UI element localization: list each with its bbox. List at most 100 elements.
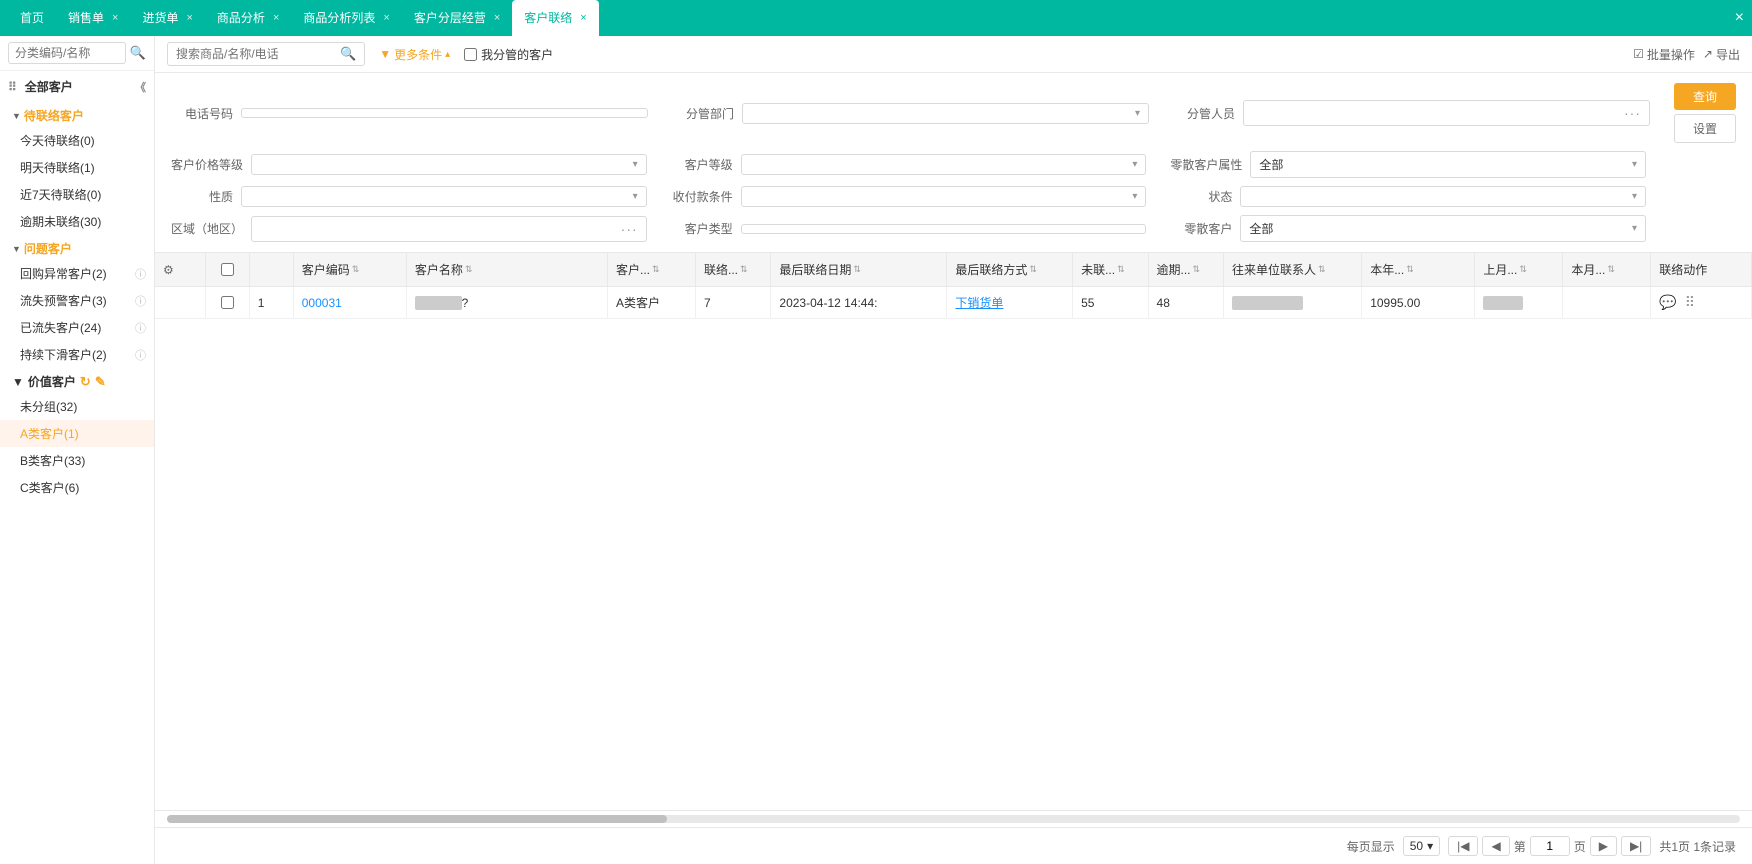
phone-input[interactable] <box>241 108 648 118</box>
th-this-year[interactable]: 本年...⇅ <box>1362 253 1475 287</box>
sort-icon-last-month: ⇅ <box>1519 264 1527 275</box>
price-level-select[interactable]: ▾ <box>251 154 647 175</box>
close-segment-tab[interactable]: × <box>494 0 500 36</box>
td-checkbox <box>205 287 249 319</box>
payment-select[interactable]: ▾ <box>741 186 1147 207</box>
close-purchase-tab[interactable]: × <box>186 0 192 36</box>
status-select[interactable]: ▾ <box>1240 186 1646 207</box>
pending-contact-title[interactable]: ▼ 待联络客户 <box>0 102 154 127</box>
prev-page-button[interactable]: ◀ <box>1482 836 1509 856</box>
nature-select[interactable]: ▾ <box>241 186 647 207</box>
scrollbar-thumb[interactable] <box>167 815 667 823</box>
sidebar-item-overdue[interactable]: 逾期未联络(30) <box>0 208 154 235</box>
filter-row-1: 电话号码 分管部门 ▾ 分管人员 <box>171 83 1736 143</box>
th-last-month[interactable]: 上月...⇅ <box>1475 253 1563 287</box>
th-contact-action: 联络动作 <box>1651 253 1752 287</box>
sidebar-search-area: 🔍 <box>0 36 154 71</box>
gear-settings-icon[interactable]: ⚙ <box>163 263 174 277</box>
close-all-button[interactable]: × <box>1735 9 1744 27</box>
sidebar-item-churn-warning[interactable]: 流失预警客户(3) ⓘ <box>0 287 154 314</box>
sidebar-item-class-c[interactable]: C类客户(6) <box>0 474 154 501</box>
department-select[interactable]: ▾ <box>742 103 1149 124</box>
nav-tab-customer-segment[interactable]: 客户分层经营 × <box>402 0 512 36</box>
sidebar-item-7days[interactable]: 近7天待联络(0) <box>0 181 154 208</box>
td-last-contact-date: 2023-04-12 14:44: <box>771 287 947 319</box>
nav-tab-analysis-list[interactable]: 商品分析列表 × <box>291 0 401 36</box>
sidebar-item-class-b[interactable]: B类客户(33) <box>0 447 154 474</box>
close-contact-tab[interactable]: × <box>580 0 586 36</box>
more-filters-button[interactable]: ▼ 更多条件 ▴ <box>373 43 456 66</box>
filter-retail-attr: 零散客户属性 全部 ▾ <box>1170 151 1646 178</box>
next-page-button[interactable]: ▶ <box>1590 836 1617 856</box>
message-icon[interactable]: 💬 <box>1659 294 1676 311</box>
customer-type-select[interactable] <box>741 224 1147 234</box>
th-no-contact[interactable]: 未联...⇅ <box>1073 253 1148 287</box>
row-checkbox[interactable] <box>221 296 234 309</box>
first-page-button[interactable]: |◀ <box>1448 836 1478 856</box>
page-info: 第 页 <box>1514 836 1586 856</box>
query-button[interactable]: 查询 <box>1674 83 1736 110</box>
info-icon-1: ⓘ <box>135 293 146 309</box>
filter-retail-customer: 零散客户 全部 ▾ <box>1170 215 1646 242</box>
filter-icon: ▼ <box>379 47 391 61</box>
sidebar-item-repurchase-abnormal[interactable]: 回购异常客户(2) ⓘ <box>0 260 154 287</box>
sidebar-item-tomorrow[interactable]: 明天待联络(1) <box>0 154 154 181</box>
export-button[interactable]: ↗ 导出 <box>1703 46 1740 63</box>
th-last-contact-date[interactable]: 最后联络日期⇅ <box>771 253 947 287</box>
page-number-input[interactable] <box>1530 836 1570 856</box>
nav-tab-purchase[interactable]: 进货单 × <box>130 0 204 36</box>
batch-operation-button[interactable]: ☑ 批量操作 <box>1633 46 1695 63</box>
my-customers-checkbox[interactable] <box>464 48 477 61</box>
nav-tab-analysis[interactable]: 商品分析 × <box>205 0 291 36</box>
td-customer-code[interactable]: 000031 <box>293 287 406 319</box>
th-contact-count[interactable]: 联络...⇅ <box>695 253 770 287</box>
problem-customers-title[interactable]: ▼ 问题客户 <box>0 235 154 260</box>
close-sales-tab[interactable]: × <box>112 0 118 36</box>
th-last-contact-method[interactable]: 最后联络方式⇅ <box>947 253 1073 287</box>
last-page-button[interactable]: ▶| <box>1621 836 1651 856</box>
nav-tab-customer-contact[interactable]: 客户联络 × <box>512 0 598 36</box>
retail-customer-select[interactable]: 全部 ▾ <box>1240 215 1646 242</box>
sort-icon-name: ⇅ <box>465 264 473 275</box>
collapse-sidebar-icon[interactable]: 《 <box>135 79 146 95</box>
all-customers-header[interactable]: ⠿ 全部客户 《 <box>0 71 154 102</box>
region-select[interactable]: ··· <box>251 216 647 242</box>
sidebar-search-icon[interactable]: 🔍 <box>130 45 146 61</box>
th-customer-type[interactable]: 客户...⇅ <box>608 253 696 287</box>
toolbar-search-icon[interactable]: 🔍 <box>340 46 356 62</box>
page-size-select[interactable]: 50 ▾ <box>1403 836 1440 856</box>
sidebar-item-declining[interactable]: 持续下滑客户(2) ⓘ <box>0 341 154 368</box>
close-analysis-list-tab[interactable]: × <box>383 0 389 36</box>
customer-level-select[interactable]: ▾ <box>741 154 1147 175</box>
retail-attr-select[interactable]: 全部 ▾ <box>1250 151 1646 178</box>
refresh-icon[interactable]: ↻ <box>80 374 91 390</box>
toolbar-right: ☑ 批量操作 ↗ 导出 <box>1633 46 1740 63</box>
search-input[interactable] <box>176 47 336 61</box>
th-customer-code[interactable]: 客户编码⇅ <box>293 253 406 287</box>
close-analysis-tab[interactable]: × <box>273 0 279 36</box>
th-customer-name[interactable]: 客户名称⇅ <box>406 253 607 287</box>
td-last-month: -- <box>1475 287 1563 319</box>
edit-icon[interactable]: ✎ <box>95 374 106 390</box>
th-history-contacts[interactable]: 往来单位联系人⇅ <box>1223 253 1361 287</box>
sidebar-item-today[interactable]: 今天待联络(0) <box>0 127 154 154</box>
value-customers-title[interactable]: ▼ 价值客户 ↻ ✎ <box>0 368 154 393</box>
filter-department: 分管部门 ▾ <box>672 103 1149 124</box>
th-checkbox <box>205 253 249 287</box>
sidebar-item-ungrouped[interactable]: 未分组(32) <box>0 393 154 420</box>
pending-contact-section: ▼ 待联络客户 今天待联络(0) 明天待联络(1) 近7天待联络(0) 逾期未联… <box>0 102 154 235</box>
sidebar-item-churned[interactable]: 已流失客户(24) ⓘ <box>0 314 154 341</box>
settings-button[interactable]: 设置 <box>1674 114 1736 143</box>
manager-select[interactable]: ··· <box>1243 100 1650 126</box>
th-overdue[interactable]: 逾期...⇅ <box>1148 253 1223 287</box>
nav-tab-sales[interactable]: 销售单 × <box>56 0 130 36</box>
sidebar-search-input[interactable] <box>8 42 126 64</box>
filter-arrow-icon: ▴ <box>445 49 450 60</box>
qr-icon[interactable]: ⠿ <box>1685 294 1695 311</box>
th-gear[interactable]: ⚙ <box>155 253 205 287</box>
select-all-checkbox[interactable] <box>221 263 234 276</box>
th-this-month[interactable]: 本月...⇅ <box>1563 253 1651 287</box>
nav-home[interactable]: 首页 <box>8 0 56 36</box>
td-last-contact-method[interactable]: 下销货单 <box>947 287 1073 319</box>
sidebar-item-class-a[interactable]: A类客户(1) <box>0 420 154 447</box>
